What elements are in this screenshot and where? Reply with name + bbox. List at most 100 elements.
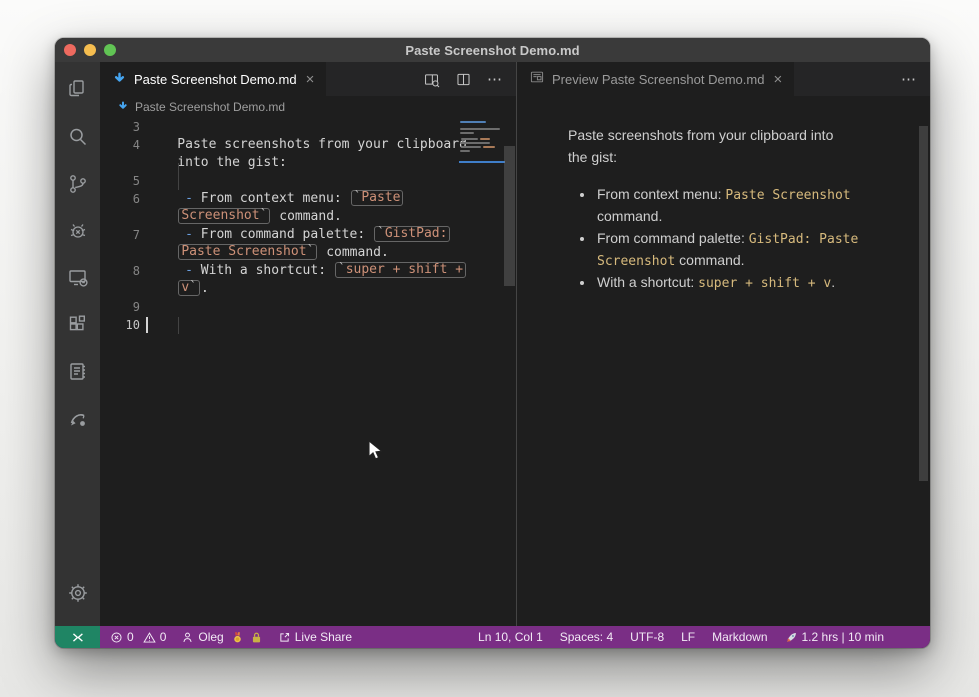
lock-icon — [252, 632, 260, 642]
line-number: 10 — [125, 318, 140, 332]
eol-status[interactable]: LF — [681, 630, 695, 644]
account-name: Oleg — [198, 630, 224, 644]
editor-row[interactable]: 5 — [100, 172, 516, 190]
remote-explorer-icon[interactable] — [55, 254, 100, 301]
indent-guide — [178, 317, 179, 334]
language-mode-status[interactable]: Markdown — [712, 630, 767, 644]
tab-paste-screenshot-demo[interactable]: Paste Screenshot Demo.md × — [100, 62, 327, 96]
close-tab-icon[interactable]: × — [304, 72, 317, 87]
encoding-status[interactable]: UTF-8 — [630, 630, 664, 644]
split-editor-icon[interactable] — [455, 71, 472, 88]
markdown-preview: Paste screenshots from your clipboard in… — [517, 96, 930, 626]
close-tab-icon[interactable]: × — [771, 72, 784, 87]
live-share-icon — [280, 632, 289, 642]
problems-status[interactable]: 0 0 — [110, 630, 166, 644]
cursor-position-status[interactable]: Ln 10, Col 1 — [478, 630, 543, 644]
notebook-icon[interactable] — [55, 348, 100, 395]
editor-group-right: Preview Paste Screenshot Demo.md × ⋯ Pas… — [516, 62, 930, 626]
extensions-icon[interactable] — [55, 301, 100, 348]
editor-row[interactable]: 6 - From context menu: `Paste — [100, 190, 516, 208]
settings-gear-icon[interactable] — [55, 569, 100, 616]
traffic-lights — [64, 44, 116, 56]
account-status[interactable]: Oleg — [181, 630, 262, 644]
line-number: 3 — [132, 120, 140, 134]
live-share-status[interactable]: Live Share — [278, 630, 352, 644]
list-item: With a shortcut: super + shift + v. — [595, 271, 900, 293]
status-bar: 0 0 Oleg Live Share Ln 10, Col 1 Spaces:… — [55, 626, 930, 648]
minimap-marker — [459, 161, 505, 163]
line-number: 8 — [132, 264, 140, 278]
line-number: 5 — [132, 174, 140, 188]
preview-paragraph: Paste screenshots from your clipboard in… — [568, 127, 834, 165]
editor-row[interactable]: Screenshot` command. — [100, 208, 516, 226]
indent-guide — [178, 163, 179, 190]
time-tracker-label: 1.2 hrs | 10 min — [801, 630, 885, 644]
warning-count: 0 — [159, 630, 167, 644]
indentation-status[interactable]: Spaces: 4 — [560, 630, 613, 644]
medal-icon — [233, 631, 241, 642]
source-control-icon[interactable] — [55, 160, 100, 207]
tab-bar-right: Preview Paste Screenshot Demo.md × ⋯ — [517, 62, 930, 96]
editor-actions-left: ⋯ — [423, 62, 516, 96]
vscode-window: Paste Screenshot Demo.md Paste Screensho… — [55, 38, 930, 648]
line-number: 6 — [132, 192, 140, 206]
line-number: 9 — [132, 300, 140, 314]
activity-bar — [55, 62, 100, 626]
error-icon — [111, 631, 122, 643]
list-item: From command palette: GistPad: Paste Scr… — [595, 227, 900, 271]
text-editor[interactable]: 3 4 Paste screenshots from your clipboard… — [100, 118, 516, 626]
time-tracker-status[interactable]: 1.2 hrs | 10 min — [785, 630, 885, 644]
editor-row[interactable]: 4 Paste screenshots from your clipboard — [100, 136, 516, 154]
preview-scrollbar[interactable] — [919, 126, 928, 481]
more-actions-icon[interactable]: ⋯ — [487, 72, 503, 87]
editor-row[interactable]: 10 — [100, 316, 516, 334]
preview-icon — [529, 69, 545, 90]
line-number: 7 — [132, 228, 140, 242]
line-number — [100, 280, 140, 298]
editor-row[interactable]: v`. — [100, 280, 516, 298]
explorer-icon[interactable] — [55, 66, 100, 113]
minimap[interactable] — [459, 119, 505, 165]
account-icon — [183, 632, 192, 642]
editor-group-left: Paste Screenshot Demo.md × ⋯ Paste Scree… — [100, 62, 516, 626]
editor-scrollbar[interactable] — [504, 146, 515, 286]
line-number — [100, 208, 140, 226]
markdown-file-icon — [112, 72, 127, 87]
more-actions-icon[interactable]: ⋯ — [901, 72, 917, 87]
tab-label: Preview Paste Screenshot Demo.md — [552, 71, 765, 87]
editor-row[interactable]: into the gist: — [100, 154, 516, 172]
editor-row[interactable]: 3 — [100, 118, 516, 136]
gistpad-icon[interactable] — [55, 395, 100, 442]
editor-row[interactable]: 9 — [100, 298, 516, 316]
line-number: 4 — [132, 138, 140, 152]
tab-label: Paste Screenshot Demo.md — [134, 71, 297, 87]
preview-bullet-list: From context menu: Paste Screenshot comm… — [568, 183, 900, 293]
editor-row[interactable]: 7 - From command palette: `GistPad: — [100, 226, 516, 244]
editor-row[interactable]: 8 - With a shortcut: `super + shift + — [100, 262, 516, 280]
line-number — [100, 244, 140, 262]
zoom-window-button[interactable] — [104, 44, 116, 56]
search-icon[interactable] — [55, 113, 100, 160]
remote-indicator[interactable] — [55, 626, 100, 648]
error-count: 0 — [127, 630, 134, 644]
window-title: Paste Screenshot Demo.md — [405, 42, 580, 58]
title-bar: Paste Screenshot Demo.md — [55, 38, 930, 62]
breadcrumb[interactable]: Paste Screenshot Demo.md — [100, 96, 516, 118]
debug-icon[interactable] — [55, 207, 100, 254]
minimize-window-button[interactable] — [84, 44, 96, 56]
breadcrumb-item[interactable]: Paste Screenshot Demo.md — [135, 100, 285, 114]
tab-preview[interactable]: Preview Paste Screenshot Demo.md × — [517, 62, 795, 96]
text-cursor — [146, 317, 148, 333]
line-number — [100, 154, 140, 172]
tab-bar-left: Paste Screenshot Demo.md × ⋯ — [100, 62, 516, 96]
open-preview-to-side-icon[interactable] — [423, 71, 440, 88]
markdown-file-icon — [117, 101, 129, 113]
editor-actions-right: ⋯ — [901, 62, 930, 96]
mouse-cursor — [368, 440, 383, 460]
warning-icon — [142, 631, 156, 643]
editor-row[interactable]: Paste Screenshot` command. — [100, 244, 516, 262]
live-share-label: Live Share — [294, 630, 353, 644]
close-window-button[interactable] — [64, 44, 76, 56]
list-item: From context menu: Paste Screenshot comm… — [595, 183, 900, 227]
editor-lines[interactable]: 3 4 Paste screenshots from your clipboard… — [100, 118, 516, 334]
